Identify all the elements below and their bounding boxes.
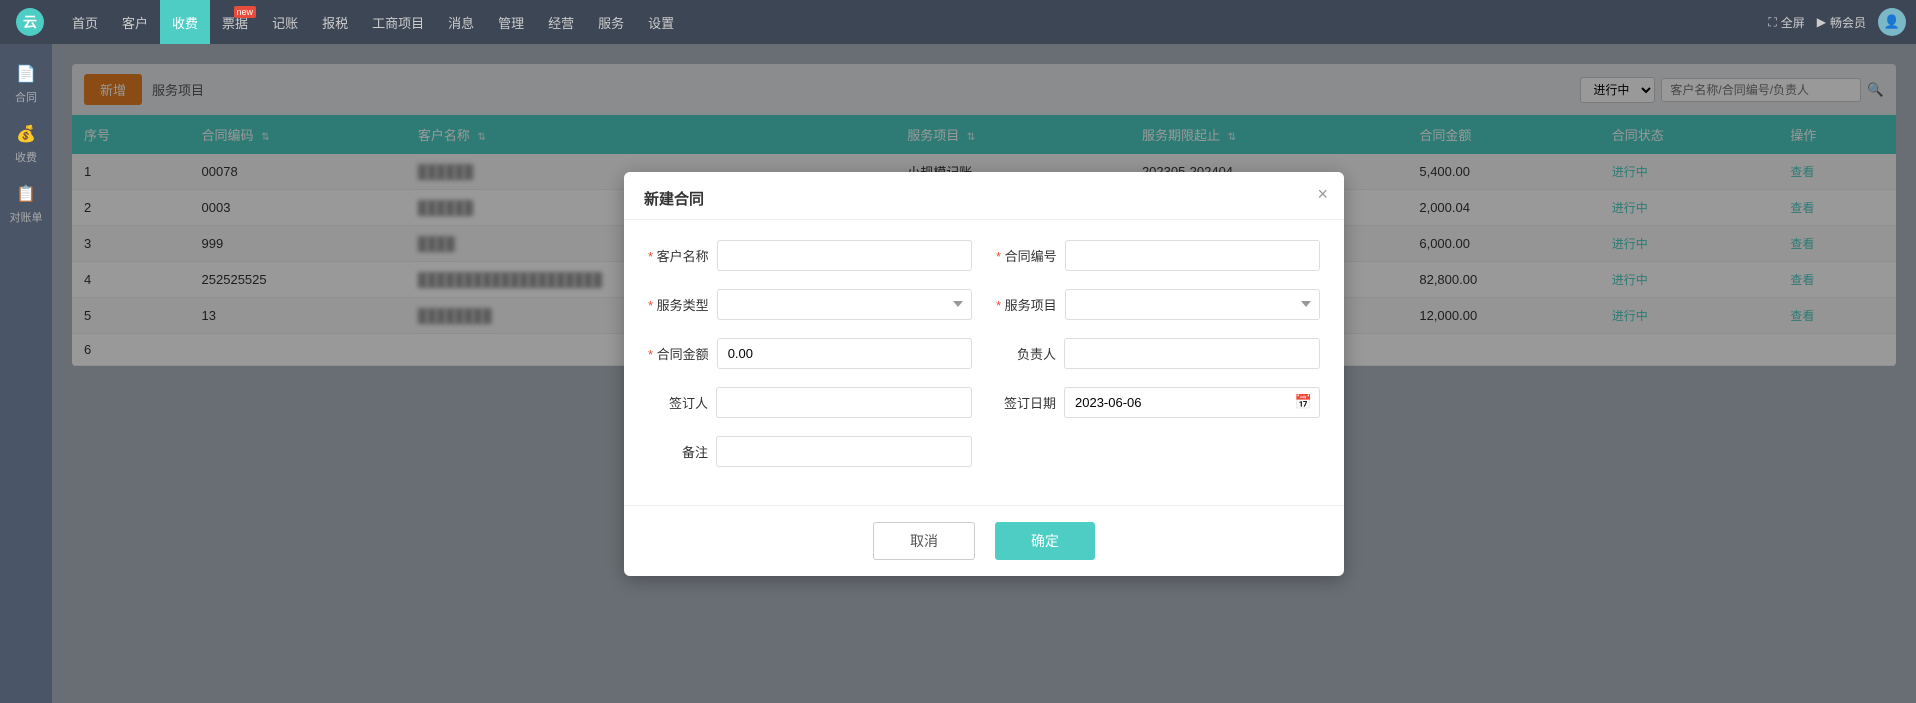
sidebar: 📄 合同 💰 收费 📋 对账单: [0, 44, 52, 703]
form-group-responsible: 负责人: [996, 338, 1320, 369]
contract-icon: 📄: [15, 63, 37, 85]
fullscreen-icon: ⛶: [1768, 15, 1776, 30]
sidebar-item-contract[interactable]: 📄 合同: [0, 54, 52, 114]
nav-item-tax[interactable]: 报税: [310, 0, 360, 44]
form-group-service-type: 服务类型: [648, 289, 972, 320]
form-row-1: 客户名称 合同编号: [648, 240, 1320, 271]
sidebar-item-statement[interactable]: 📋 对账单: [0, 174, 52, 234]
vip-button[interactable]: ▶ 畅会员: [1817, 14, 1866, 31]
form-group-contract-no: 合同编号: [996, 240, 1320, 271]
nav-item-bookkeeping[interactable]: 记账: [260, 0, 310, 44]
sign-date-label: 签订日期: [996, 393, 1056, 412]
nav-item-settings[interactable]: 设置: [636, 0, 686, 44]
client-name-label: 客户名称: [648, 246, 709, 265]
contract-no-label: 合同编号: [996, 246, 1057, 265]
dialog-close-button[interactable]: ×: [1317, 184, 1328, 205]
responsible-input[interactable]: [1064, 338, 1320, 369]
form-row-3: 合同金额 负责人: [648, 338, 1320, 369]
form-group-signer: 签订人: [648, 387, 972, 418]
sign-date-wrapper: 📅: [1064, 387, 1320, 418]
amount-label: 合同金额: [648, 344, 709, 363]
modal-overlay: 新建合同 × 客户名称 合同编号 服务类型: [52, 44, 1916, 703]
fullscreen-button[interactable]: ⛶ 全屏: [1768, 14, 1804, 31]
form-group-client: 客户名称: [648, 240, 972, 271]
nav-item-home[interactable]: 首页: [60, 0, 110, 44]
contract-no-input[interactable]: [1065, 240, 1320, 271]
client-name-input[interactable]: [717, 240, 972, 271]
nav-item-invoice[interactable]: 票据 new: [210, 0, 260, 44]
nav-item-operation[interactable]: 经营: [536, 0, 586, 44]
form-group-service-item: 服务项目: [996, 289, 1320, 320]
nav-right: ⛶ 全屏 ▶ 畅会员 👤: [1768, 8, 1906, 36]
service-item-select[interactable]: [1065, 289, 1320, 320]
confirm-button[interactable]: 确定: [995, 522, 1095, 560]
nav-item-business[interactable]: 工商项目: [360, 0, 436, 44]
dialog-footer: 取消 确定: [624, 505, 1344, 576]
cancel-button[interactable]: 取消: [873, 522, 975, 560]
nav-item-client[interactable]: 客户: [110, 0, 160, 44]
top-nav: 云 首页 客户 收费 票据 new 记账 报税 工商项目 消息 管理 经营 服务…: [0, 0, 1916, 44]
amount-input[interactable]: [717, 338, 972, 369]
form-group-sign-date: 签订日期 📅: [996, 387, 1320, 418]
logo-icon: 云: [16, 8, 44, 36]
nav-item-message[interactable]: 消息: [436, 0, 486, 44]
dialog-body: 客户名称 合同编号 服务类型 服务项目: [624, 220, 1344, 505]
service-item-label: 服务项目: [996, 295, 1057, 314]
statement-icon: 📋: [15, 183, 37, 205]
calendar-icon[interactable]: 📅: [1295, 394, 1312, 411]
service-type-select[interactable]: [717, 289, 972, 320]
responsible-label: 负责人: [996, 344, 1056, 363]
note-label: 备注: [648, 442, 708, 461]
app-logo: 云: [10, 0, 50, 44]
vip-icon: ▶: [1817, 15, 1826, 29]
signer-input[interactable]: [716, 387, 972, 418]
form-row-4: 签订人 签订日期 📅: [648, 387, 1320, 418]
avatar[interactable]: 👤: [1878, 8, 1906, 36]
new-badge: new: [234, 6, 257, 18]
nav-item-service[interactable]: 服务: [586, 0, 636, 44]
form-group-note: 备注: [648, 436, 972, 467]
nav-item-manage[interactable]: 管理: [486, 0, 536, 44]
service-type-label: 服务类型: [648, 295, 709, 314]
form-group-amount: 合同金额: [648, 338, 972, 369]
sidebar-item-fee[interactable]: 💰 收费: [0, 114, 52, 174]
dialog-title: 新建合同: [624, 172, 1344, 220]
sign-date-input[interactable]: [1064, 387, 1320, 418]
fee-icon: 💰: [15, 123, 37, 145]
dialog: 新建合同 × 客户名称 合同编号 服务类型: [624, 172, 1344, 576]
nav-item-fee[interactable]: 收费: [160, 0, 210, 44]
form-row-2: 服务类型 服务项目: [648, 289, 1320, 320]
signer-label: 签订人: [648, 393, 708, 412]
form-row-5: 备注: [648, 436, 1320, 467]
note-input[interactable]: [716, 436, 972, 467]
